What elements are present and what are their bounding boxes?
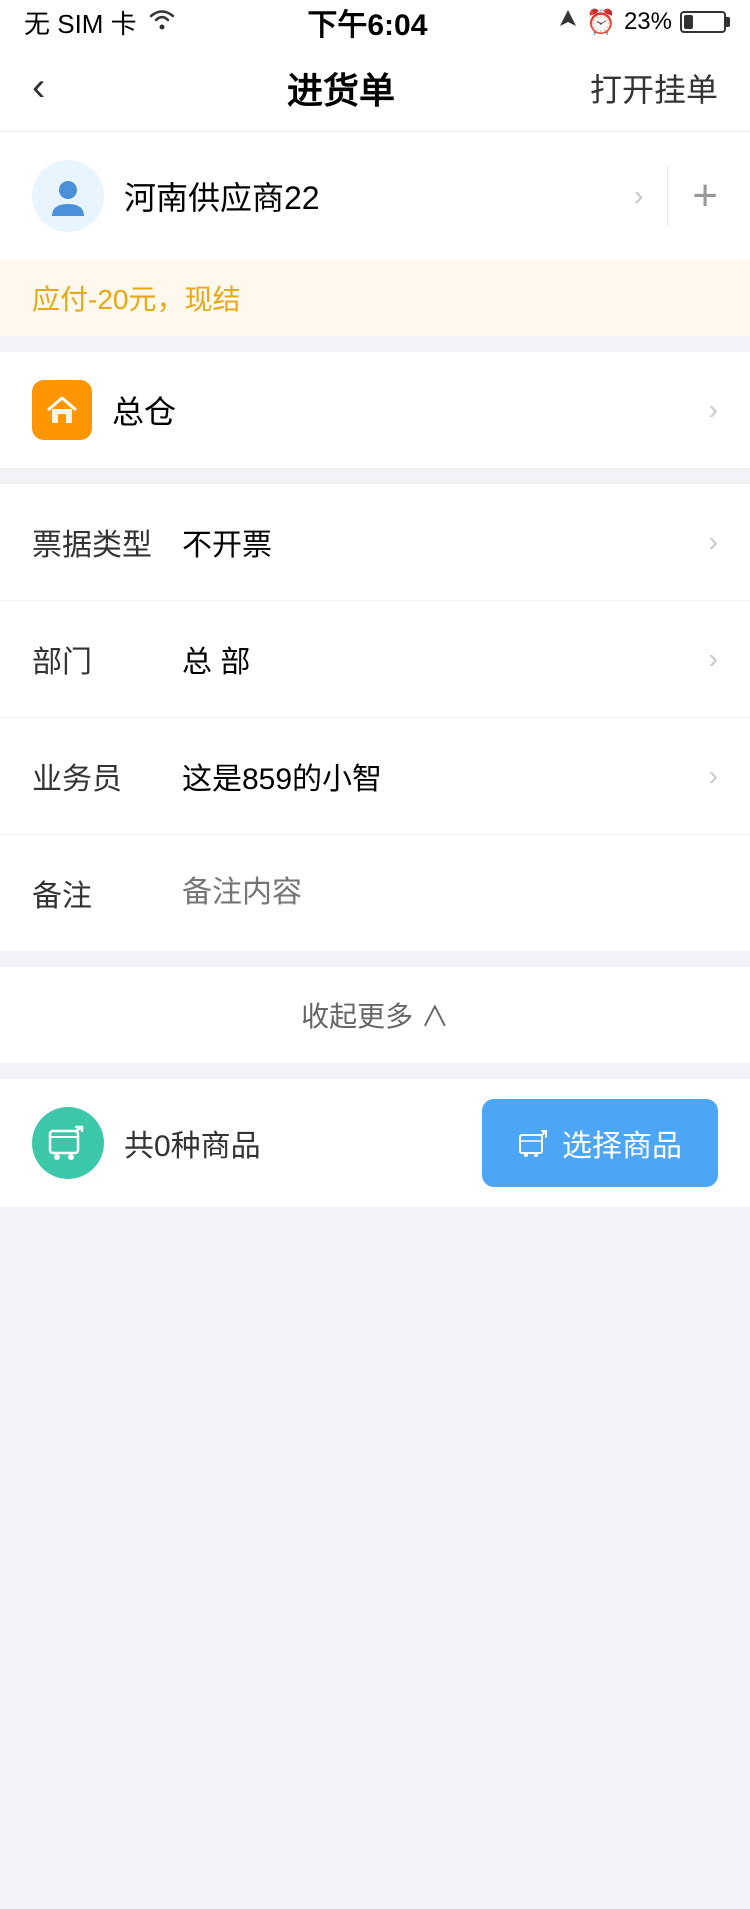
bottom-bar: 共0种商品 选择商品: [0, 1079, 750, 1207]
supplier-name: 河南供应商22: [124, 173, 626, 219]
invoice-type-chevron-icon: ›: [709, 526, 718, 558]
collapse-label: 收起更多 ∧: [301, 995, 449, 1035]
status-right: ⏰ 23%: [558, 8, 726, 37]
location-icon: [558, 8, 578, 37]
supplier-chevron-icon: ›: [634, 180, 643, 212]
supplier-row[interactable]: 河南供应商22 › +: [0, 132, 750, 260]
supplier-card: 河南供应商22 › + 应付-20元，现结: [0, 132, 750, 336]
page-background: [0, 1207, 750, 1909]
product-count-label: 共0种商品: [124, 1121, 462, 1165]
wifi-icon: [147, 7, 177, 38]
department-row[interactable]: 部门 总 部 ›: [0, 601, 750, 718]
person-icon: [44, 172, 92, 220]
warehouse-card[interactable]: 总仓 ›: [0, 352, 750, 468]
back-button[interactable]: ‹: [32, 65, 92, 110]
cart-icon: [46, 1121, 90, 1165]
warehouse-name: 总仓: [112, 387, 701, 433]
department-label: 部门: [32, 637, 162, 681]
divider: [667, 166, 668, 226]
form-section: 票据类型 不开票 › 部门 总 部 › 业务员 这是859的小智 › 备注: [0, 484, 750, 951]
add-supplier-button[interactable]: +: [692, 171, 718, 221]
salesperson-label: 业务员: [32, 754, 162, 798]
department-chevron-icon: ›: [709, 643, 718, 675]
invoice-type-label: 票据类型: [32, 520, 162, 564]
supplier-avatar: [32, 160, 104, 232]
warehouse-icon-wrap: [32, 380, 92, 440]
salesperson-chevron-icon: ›: [709, 760, 718, 792]
notice-banner: 应付-20元，现结: [0, 260, 750, 336]
status-left: 无 SIM 卡: [24, 4, 177, 41]
warehouse-chevron-icon: ›: [709, 394, 718, 426]
nav-bar: ‹ 进货单 打开挂单: [0, 44, 750, 132]
warehouse-row[interactable]: 总仓 ›: [0, 352, 750, 468]
house-icon: [44, 392, 80, 428]
page-title: 进货单: [287, 62, 395, 114]
product-icon-wrap: [32, 1107, 104, 1179]
status-time: 下午6:04: [307, 0, 427, 44]
salesperson-value: 这是859的小智: [162, 754, 701, 798]
remark-input[interactable]: [162, 876, 718, 910]
alarm-icon: ⏰: [586, 8, 616, 37]
remark-label: 备注: [32, 871, 162, 915]
select-product-label: 选择商品: [562, 1121, 682, 1165]
carrier-label: 无 SIM 卡: [24, 4, 137, 41]
battery-percent: 23%: [624, 8, 672, 36]
content-area: 河南供应商22 › + 应付-20元，现结 总仓 › 票据类型 不开票: [0, 132, 750, 1909]
select-cart-icon: [518, 1129, 550, 1157]
department-value: 总 部: [162, 637, 701, 681]
invoice-type-value: 不开票: [162, 520, 701, 564]
collapse-button[interactable]: 收起更多 ∧: [0, 967, 750, 1063]
invoice-type-row[interactable]: 票据类型 不开票 ›: [0, 484, 750, 601]
remark-row[interactable]: 备注: [0, 835, 750, 951]
select-product-button[interactable]: 选择商品: [482, 1099, 718, 1187]
status-bar: 无 SIM 卡 下午6:04 ⏰ 23%: [0, 0, 750, 44]
battery-icon: [680, 11, 726, 33]
salesperson-row[interactable]: 业务员 这是859的小智 ›: [0, 718, 750, 835]
open-pending-button[interactable]: 打开挂单: [590, 65, 718, 111]
